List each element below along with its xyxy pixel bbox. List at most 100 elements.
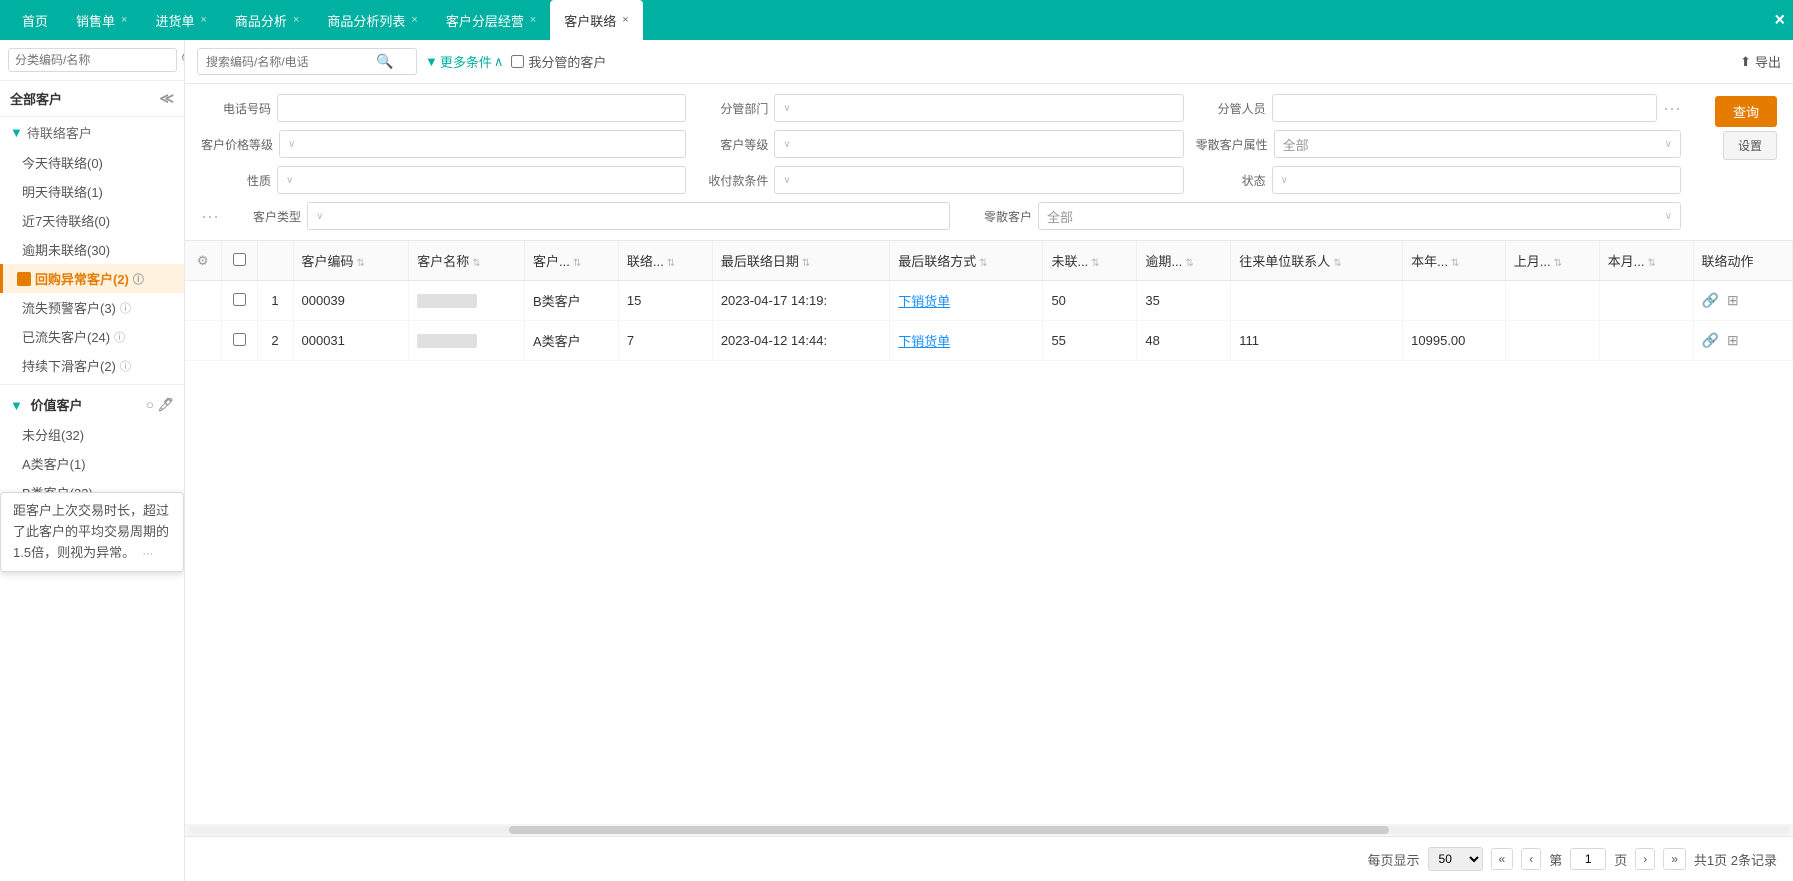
col-contacts[interactable]: 往来单位联系人⇅ (1231, 241, 1403, 281)
col-overdue[interactable]: 逾期...⇅ (1137, 241, 1231, 281)
col-last-method[interactable]: 最后联络方式⇅ (890, 241, 1043, 281)
row-checkbox-cell[interactable] (221, 321, 257, 361)
col-last-month[interactable]: 上月...⇅ (1505, 241, 1599, 281)
value-group-edit-icons[interactable]: ○ 🖊 (146, 397, 174, 413)
sort-code-icon[interactable]: ⇅ (357, 258, 365, 269)
retail-select[interactable]: 全部 ∨ (1038, 202, 1681, 230)
sidebar-search-icon[interactable]: 🔍 (181, 52, 185, 68)
dept-select[interactable]: ∨ (774, 94, 1183, 122)
nav-product-analysis-close[interactable]: × (293, 14, 299, 26)
sidebar-item-churn-warning[interactable]: 流失预警客户(3) ⓘ (0, 293, 184, 322)
nav-product-list[interactable]: 商品分析列表 × (313, 0, 431, 40)
row-last-method[interactable]: 下销货单 (890, 281, 1043, 321)
col-last-date[interactable]: 最后联络日期⇅ (712, 241, 889, 281)
my-customers-checkbox[interactable] (511, 55, 524, 68)
grade-select[interactable]: ∨ (774, 130, 1183, 158)
next-page-button[interactable]: › (1635, 848, 1655, 870)
nav-home[interactable]: 首页 (8, 0, 62, 40)
current-page-input[interactable] (1570, 848, 1606, 870)
col-settings[interactable]: ⚙ (185, 241, 221, 281)
sidebar-item-ungrouped[interactable]: 未分组(32) (0, 420, 184, 449)
setting-button[interactable]: 设置 (1723, 131, 1777, 160)
sort-month-icon[interactable]: ⇅ (1647, 258, 1655, 269)
info-icon[interactable]: ⓘ (133, 271, 144, 287)
type-select[interactable]: ∨ (307, 202, 950, 230)
sort-name-icon[interactable]: ⇅ (472, 258, 480, 269)
col-type[interactable]: 客户...⇅ (525, 241, 619, 281)
sidebar-group-value[interactable]: ▼ 价值客户 ○ 🖊 (0, 389, 184, 420)
sort-unread-icon[interactable]: ⇅ (1091, 258, 1099, 269)
action-grid-icon[interactable]: ⊞ (1727, 332, 1739, 349)
pay-select[interactable]: ∨ (774, 166, 1183, 194)
nav-sales[interactable]: 销售单 × (62, 0, 141, 40)
sidebar-group-pending[interactable]: ▼ 待联络客户 (0, 117, 184, 148)
nav-customer-tier-close[interactable]: × (530, 14, 536, 26)
sidebar-item-repurchase-anomaly[interactable]: 回购异常客户(2) ⓘ (0, 264, 184, 293)
nav-product-analysis[interactable]: 商品分析 × (221, 0, 313, 40)
sidebar-item-tomorrow[interactable]: 明天待联络(1) (0, 177, 184, 206)
gender-select[interactable]: ∨ (277, 166, 686, 194)
sort-lmonth-icon[interactable]: ⇅ (1554, 258, 1562, 269)
col-this-month[interactable]: 本月...⇅ (1599, 241, 1693, 281)
prev-page-button[interactable]: ‹ (1521, 848, 1541, 870)
row4-dots[interactable]: ··· (201, 206, 219, 227)
nav-sales-close[interactable]: × (121, 14, 127, 26)
nav-customer-tier[interactable]: 客户分层经营 × (432, 0, 550, 40)
sidebar-item-7days[interactable]: 近7天待联络(0) (0, 206, 184, 235)
sort-year-icon[interactable]: ⇅ (1451, 258, 1459, 269)
col-contact[interactable]: 联络...⇅ (618, 241, 712, 281)
sort-type-icon[interactable]: ⇅ (573, 258, 581, 269)
col-this-year[interactable]: 本年...⇅ (1403, 241, 1506, 281)
col-checkbox[interactable] (221, 241, 257, 281)
first-page-button[interactable]: « (1491, 848, 1514, 870)
sidebar-collapse-button[interactable]: ≪ (159, 90, 174, 107)
scroll-thumb[interactable] (509, 826, 1389, 834)
export-button[interactable]: ⬆ 导出 (1740, 52, 1781, 71)
phone-input[interactable] (277, 94, 686, 122)
sidebar-item-today[interactable]: 今天待联络(0) (0, 148, 184, 177)
row-checkbox[interactable] (233, 293, 246, 306)
last-page-button[interactable]: » (1663, 848, 1686, 870)
person-dots[interactable]: ··· (1663, 98, 1681, 119)
select-all-checkbox[interactable] (233, 253, 246, 266)
retail-attr-select[interactable]: 全部 ∨ (1274, 130, 1681, 158)
filter-more-conditions[interactable]: ▼ 更多条件 ∧ (425, 52, 503, 71)
last-method-link[interactable]: 下销货单 (898, 294, 950, 309)
row-checkbox[interactable] (233, 333, 246, 346)
price-grade-select[interactable]: ∨ (279, 130, 686, 158)
action-link-icon[interactable]: 🔗 (1702, 292, 1719, 309)
last-method-link[interactable]: 下销货单 (898, 334, 950, 349)
col-unread[interactable]: 未联...⇅ (1043, 241, 1137, 281)
nav-customer-contact-close[interactable]: × (622, 14, 628, 26)
col-code[interactable]: 客户编码⇅ (293, 241, 409, 281)
per-page-select[interactable]: 50 100 200 (1428, 847, 1483, 871)
nav-purchase-close[interactable]: × (200, 14, 206, 26)
row-checkbox-cell[interactable] (221, 281, 257, 321)
sort-method-icon[interactable]: ⇅ (979, 258, 987, 269)
sidebar-item-declining[interactable]: 持续下滑客户(2) ⓘ (0, 351, 184, 380)
sidebar-item-churned[interactable]: 已流失客户(24) ⓘ (0, 322, 184, 351)
action-link-icon[interactable]: 🔗 (1702, 332, 1719, 349)
close-all-tabs[interactable]: × (1774, 10, 1785, 31)
sort-contacts-icon[interactable]: ⇅ (1333, 258, 1341, 269)
person-input[interactable] (1272, 94, 1657, 122)
query-button[interactable]: 查询 (1715, 96, 1777, 127)
sort-contact-icon[interactable]: ⇅ (667, 258, 675, 269)
nav-purchase[interactable]: 进货单 × (141, 0, 220, 40)
nav-product-list-close[interactable]: × (411, 14, 417, 26)
tooltip-ellipsis[interactable]: ··· (142, 548, 153, 560)
action-grid-icon[interactable]: ⊞ (1727, 292, 1739, 309)
sidebar-item-class-a[interactable]: A类客户(1) (0, 449, 184, 478)
sidebar-search-input[interactable] (8, 48, 177, 72)
churn-warning-info[interactable]: ⓘ (120, 300, 131, 316)
filter-search-input[interactable] (206, 55, 376, 69)
sort-overdue-icon[interactable]: ⇅ (1185, 258, 1193, 269)
filter-search-icon[interactable]: 🔍 (376, 53, 393, 70)
status-select[interactable]: ∨ (1272, 166, 1681, 194)
horizontal-scrollbar[interactable] (185, 824, 1793, 836)
sidebar-item-overdue[interactable]: 逾期未联络(30) (0, 235, 184, 264)
sort-date-icon[interactable]: ⇅ (802, 258, 810, 269)
declining-info[interactable]: ⓘ (120, 358, 131, 374)
col-name[interactable]: 客户名称⇅ (409, 241, 525, 281)
churned-info[interactable]: ⓘ (114, 329, 125, 345)
